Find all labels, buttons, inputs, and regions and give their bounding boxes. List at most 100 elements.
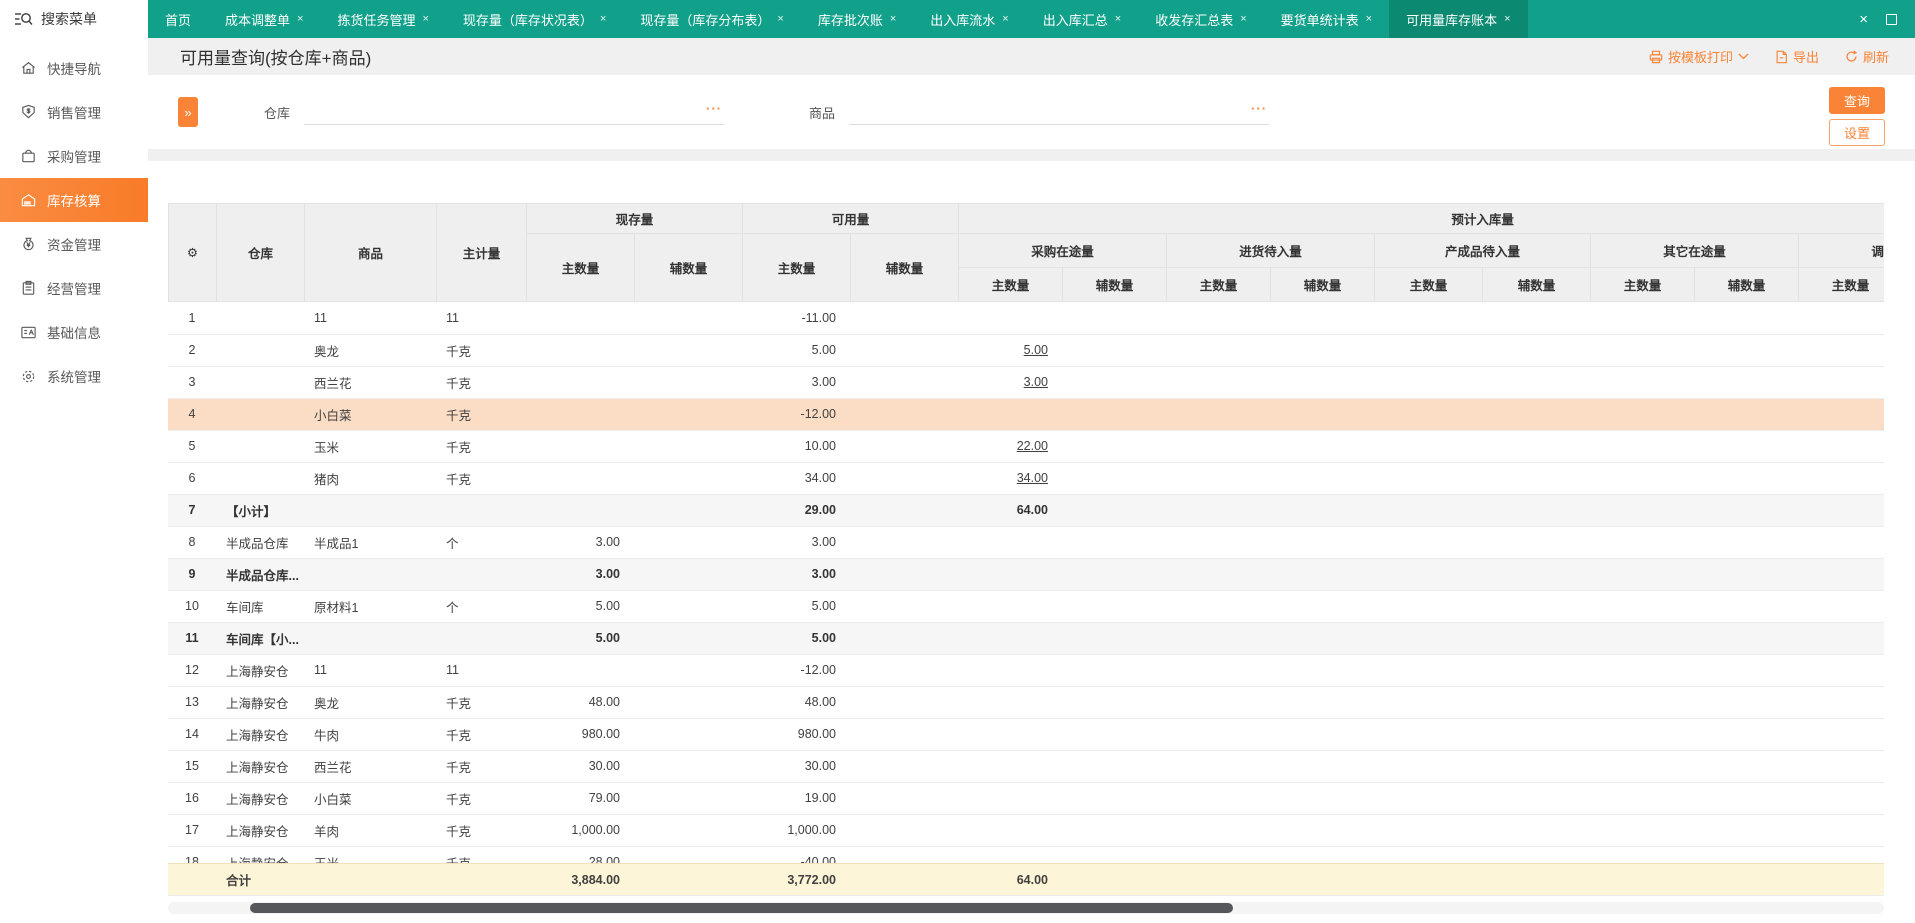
header-transfer-main-qty[interactable]: 主数量 xyxy=(1798,267,1884,302)
product-input[interactable]: ··· xyxy=(849,99,1270,125)
table-row[interactable]: 15 上海静安仓 西兰花 千克 30.00 30.00 xyxy=(168,750,1884,783)
header-available-main-qty[interactable]: 主数量 xyxy=(742,233,852,302)
header-group-incoming-pending[interactable]: 进货待入量 xyxy=(1166,233,1376,268)
cell-product: 西兰花 xyxy=(304,366,436,399)
warehouse-picker-ellipsis-icon[interactable]: ··· xyxy=(706,101,722,116)
tab-label: 收发存汇总表 xyxy=(1155,12,1234,28)
sidebar-item-资金管理[interactable]: ¥ 资金管理 xyxy=(0,222,148,266)
table-row[interactable]: 12 上海静安仓 11 11 -12.00 xyxy=(168,654,1884,687)
tab-成本调整单[interactable]: 成本调整单 × xyxy=(208,0,320,38)
header-warehouse[interactable]: 仓库 xyxy=(216,203,305,302)
sidebar-item-系统管理[interactable]: 系统管理 xyxy=(0,354,148,398)
table-row[interactable]: 11 车间库【小... 5.00 5.00 xyxy=(168,622,1884,655)
header-finished-aux-qty[interactable]: 辅数量 xyxy=(1482,267,1592,302)
warehouse-input[interactable]: ··· xyxy=(304,99,725,125)
cell-warehouse: 上海静安仓 xyxy=(216,750,304,783)
header-purchase-main-qty[interactable]: 主数量 xyxy=(958,267,1064,302)
header-finished-main-qty[interactable]: 主数量 xyxy=(1374,267,1484,302)
table-row[interactable]: 7 【小计】 29.00 64.00 xyxy=(168,494,1884,527)
sidebar-item-采购管理[interactable]: 采购管理 xyxy=(0,134,148,178)
header-product[interactable]: 商品 xyxy=(304,203,437,302)
header-group-other-in-transit[interactable]: 其它在途量 xyxy=(1590,233,1800,268)
cell-other-aux xyxy=(1694,302,1798,335)
table-row[interactable]: 4 小白菜 千克 -12.00 xyxy=(168,398,1884,431)
table-row[interactable]: 8 半成品仓库 半成品1 个 3.00 3.00 xyxy=(168,526,1884,559)
cell-purchase-main[interactable]: 22.00 xyxy=(958,430,1062,463)
header-group-stock[interactable]: 现存量 xyxy=(525,203,744,234)
cell-incoming-main xyxy=(1166,302,1270,335)
table-row[interactable]: 18上海静安仓玉米千克28.00 -40.00 xyxy=(168,846,1884,863)
header-other-main-qty[interactable]: 主数量 xyxy=(1590,267,1696,302)
header-stock-aux-qty[interactable]: 辅数量 xyxy=(633,233,744,302)
close-tab-icon[interactable]: × xyxy=(600,13,606,25)
print-by-template-button[interactable]: 按模板打印 xyxy=(1649,47,1749,66)
sidebar-item-基础信息[interactable]: A 基础信息 xyxy=(0,310,148,354)
cell-available-aux xyxy=(850,590,958,623)
table-row[interactable]: 9 半成品仓库... 3.00 3.00 xyxy=(168,558,1884,591)
table-row[interactable]: 10 车间库 原材料1 个 5.00 5.00 xyxy=(168,590,1884,623)
refresh-button[interactable]: 刷新 xyxy=(1845,47,1889,66)
table-row[interactable]: 2 奥龙 千克 5.00 5.00 xyxy=(168,334,1884,367)
cell-warehouse: 上海静安仓 xyxy=(216,782,304,815)
table-row[interactable]: 14 上海静安仓 牛肉 千克 980.00 980.00 xyxy=(168,718,1884,751)
table-row[interactable]: 1 11 11 -11.00 xyxy=(168,302,1884,335)
table-row[interactable]: 3 西兰花 千克 3.00 3.00 xyxy=(168,366,1884,399)
close-tab-icon[interactable]: × xyxy=(422,13,428,25)
expand-filters-button[interactable]: » xyxy=(178,97,198,127)
cell-purchase-main[interactable]: 3.00 xyxy=(958,366,1062,399)
product-picker-ellipsis-icon[interactable]: ··· xyxy=(1251,101,1267,116)
close-tab-icon[interactable]: × xyxy=(1002,13,1008,25)
header-available-aux-qty[interactable]: 辅数量 xyxy=(850,233,960,302)
total-purchase-main: 64.00 xyxy=(958,863,1062,896)
tab-收发存汇总表[interactable]: 收发存汇总表 × xyxy=(1138,0,1263,38)
close-all-tabs-icon[interactable]: × xyxy=(1859,12,1868,27)
sidebar-item-销售管理[interactable]: $ 销售管理 xyxy=(0,90,148,134)
tab-拣货任务管理[interactable]: 拣货任务管理 × xyxy=(320,0,445,38)
header-group-purchase-in-transit[interactable]: 采购在途量 xyxy=(958,233,1168,268)
horizontal-scrollbar-thumb[interactable] xyxy=(250,903,1233,913)
header-incoming-aux-qty[interactable]: 辅数量 xyxy=(1270,267,1376,302)
fullscreen-icon[interactable] xyxy=(1886,13,1897,25)
close-tab-icon[interactable]: × xyxy=(1240,13,1246,25)
table-row[interactable]: 13 上海静安仓 奥龙 千克 48.00 48.00 xyxy=(168,686,1884,719)
close-tab-icon[interactable]: × xyxy=(777,13,783,25)
table-row[interactable]: 16 上海静安仓 小白菜 千克 79.00 19.00 xyxy=(168,782,1884,815)
header-group-finished-goods-pending[interactable]: 产成品待入量 xyxy=(1374,233,1592,268)
header-group-expected-inbound[interactable]: 预计入库量 xyxy=(958,203,1884,234)
tab-出入库流水[interactable]: 出入库流水 × xyxy=(913,0,1025,38)
tab-现存量（库存分布表）[interactable]: 现存量（库存分布表） × xyxy=(623,0,800,38)
sidebar-item-经营管理[interactable]: 经营管理 xyxy=(0,266,148,310)
table-row[interactable]: 17 上海静安仓 羊肉 千克 1,000.00 1,000.00 xyxy=(168,814,1884,847)
cell-purchase-main[interactable]: 5.00 xyxy=(958,334,1062,367)
header-group-available[interactable]: 可用量 xyxy=(742,203,960,234)
table-row[interactable]: 5 玉米 千克 10.00 22.00 xyxy=(168,430,1884,463)
header-incoming-main-qty[interactable]: 主数量 xyxy=(1166,267,1272,302)
settings-button[interactable]: 设置 xyxy=(1829,119,1885,146)
cell-purchase-main[interactable]: 34.00 xyxy=(958,462,1062,495)
tab-可用量库存账本[interactable]: 可用量库存账本 × xyxy=(1389,0,1528,38)
close-tab-icon[interactable]: × xyxy=(890,13,896,25)
tab-现存量（库存状况表）[interactable]: 现存量（库存状况表） × xyxy=(446,0,623,38)
header-group-transfer-in-transit[interactable]: 调拨在途量 xyxy=(1798,233,1884,268)
tab-出入库汇总[interactable]: 出入库汇总 × xyxy=(1026,0,1138,38)
tab-要货单统计表[interactable]: 要货单统计表 × xyxy=(1264,0,1389,38)
cell-other-main xyxy=(1590,494,1694,527)
sidebar-item-快捷导航[interactable]: 快捷导航 xyxy=(0,46,148,90)
query-button[interactable]: 查询 xyxy=(1829,87,1885,114)
header-other-aux-qty[interactable]: 辅数量 xyxy=(1694,267,1800,302)
close-tab-icon[interactable]: × xyxy=(1115,13,1121,25)
sidebar-item-库存核算[interactable]: 库存核算 xyxy=(0,178,148,222)
close-tab-icon[interactable]: × xyxy=(297,13,303,25)
search-menu-button[interactable]: 搜索菜单 xyxy=(0,0,148,38)
export-button[interactable]: 导出 xyxy=(1775,47,1819,66)
header-purchase-aux-qty[interactable]: 辅数量 xyxy=(1062,267,1168,302)
header-unit[interactable]: 主计量 xyxy=(436,203,527,302)
close-tab-icon[interactable]: × xyxy=(1366,13,1372,25)
table-row[interactable]: 6 猪肉 千克 34.00 34.00 xyxy=(168,462,1884,495)
header-stock-main-qty[interactable]: 主数量 xyxy=(526,233,635,302)
tab-库存批次账[interactable]: 库存批次账 × xyxy=(801,0,913,38)
column-settings-gear-icon[interactable]: ⚙ xyxy=(168,203,217,302)
tab-首页[interactable]: 首页 xyxy=(148,0,208,38)
horizontal-scrollbar[interactable] xyxy=(168,902,1884,914)
close-tab-icon[interactable]: × xyxy=(1504,13,1510,25)
